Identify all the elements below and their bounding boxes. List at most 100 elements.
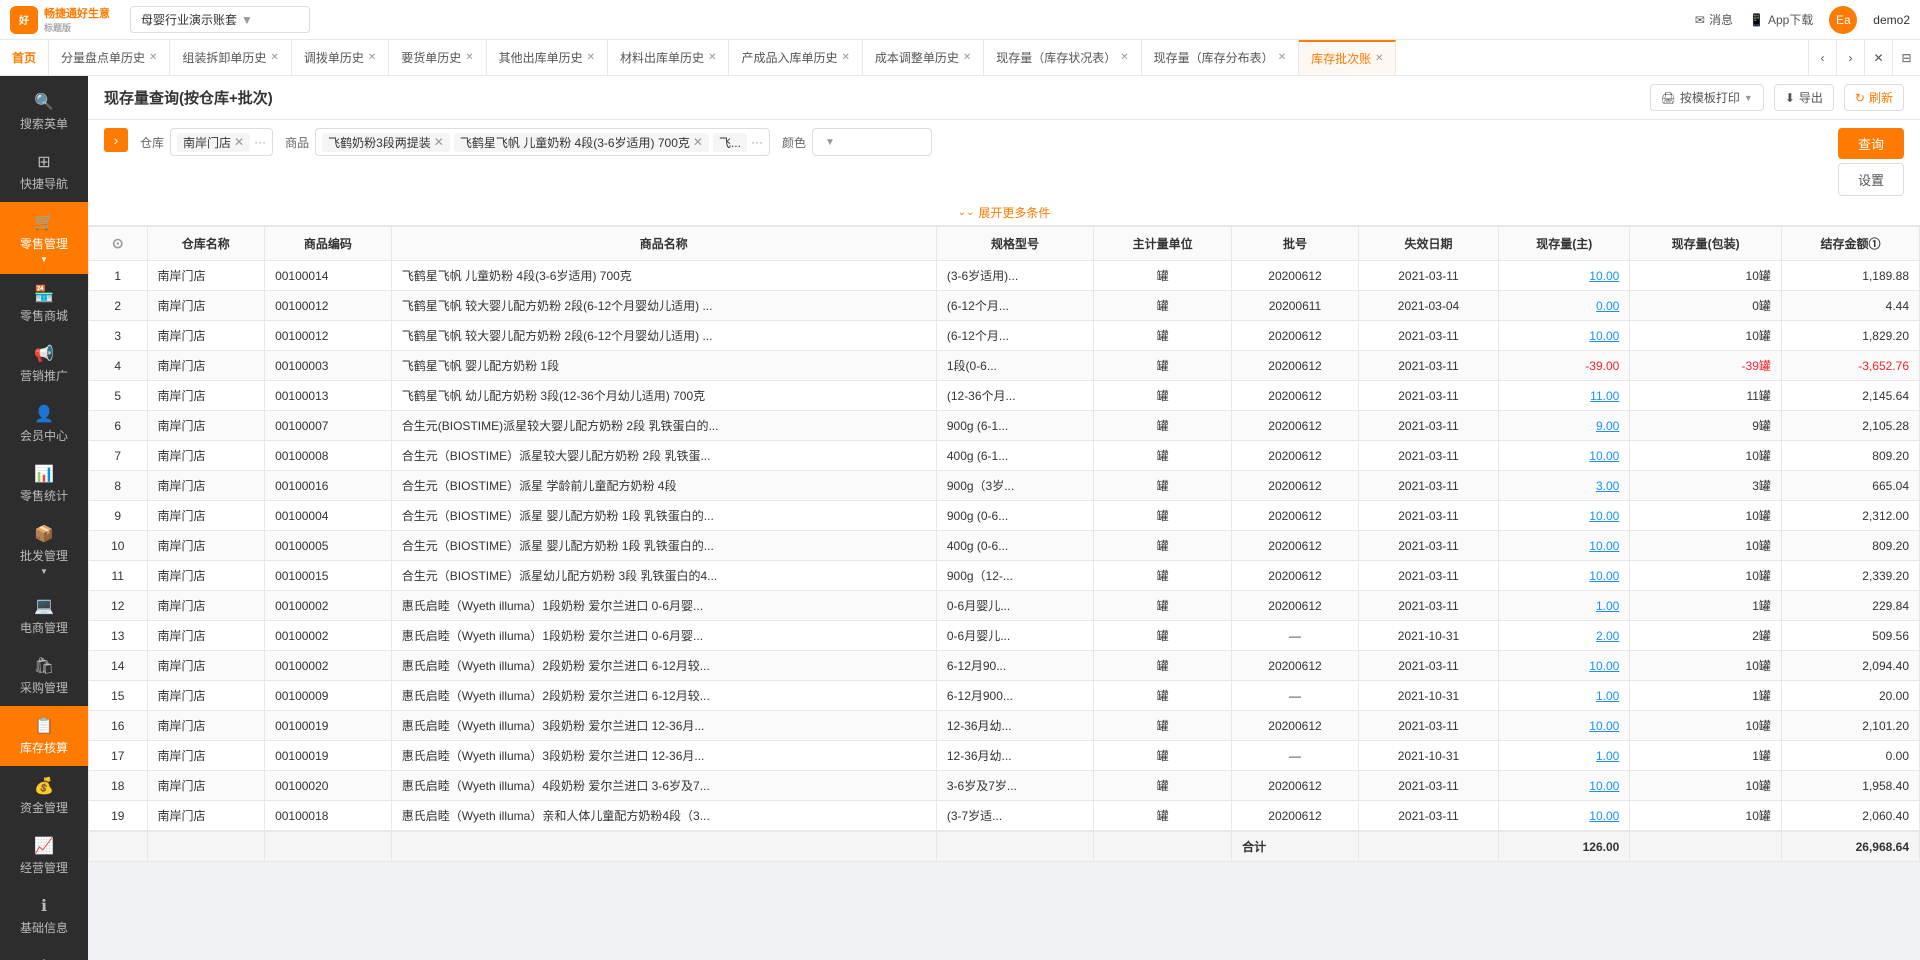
tab-chan-cheng-ru-close[interactable]: ✕ bbox=[841, 52, 849, 63]
tab-ku-cun-pi-close[interactable]: ✕ bbox=[1375, 53, 1383, 64]
cell-qty-main[interactable]: 10.00 bbox=[1499, 561, 1630, 591]
tab-tiao-bo-close[interactable]: ✕ bbox=[368, 52, 376, 63]
tab-yao-huo[interactable]: 要货单历史 ✕ bbox=[389, 40, 486, 75]
query-btn[interactable]: 查询 bbox=[1838, 128, 1904, 159]
app-download-btn[interactable]: 📱 App下载 bbox=[1749, 11, 1813, 28]
message-btn[interactable]: ✉ 消息 bbox=[1695, 11, 1733, 28]
tab-menu-btn[interactable]: ⊟ bbox=[1892, 40, 1920, 76]
sidebar-item-ops[interactable]: 📈 经营管理 bbox=[0, 826, 88, 886]
cell-qty-main[interactable]: 10.00 bbox=[1499, 801, 1630, 832]
sidebar-item-nav[interactable]: ⊞ 快捷导航 bbox=[0, 142, 88, 202]
goods-tag-group[interactable]: 飞鹤奶粉3段两提装 ✕ 飞鹤星飞帆 儿童奶粉 4段(3-6岁适用) 700克 ✕… bbox=[315, 128, 770, 156]
cell-qty-main[interactable]: 2.00 bbox=[1499, 621, 1630, 651]
cell-qty-main[interactable]: 9.00 bbox=[1499, 411, 1630, 441]
col-settings[interactable]: ⊙ bbox=[89, 227, 148, 261]
cell-spec: (6-12个月... bbox=[936, 291, 1093, 321]
cell-qty-main[interactable]: 11.00 bbox=[1499, 381, 1630, 411]
avatar[interactable]: Ea bbox=[1829, 6, 1857, 34]
tab-xian-cun-ku-close[interactable]: ✕ bbox=[1120, 52, 1128, 63]
warehouse-tag-group[interactable]: 南岸门店 ✕ ··· bbox=[170, 128, 273, 156]
cell-qty-main[interactable]: 10.00 bbox=[1499, 501, 1630, 531]
tab-yao-huo-close[interactable]: ✕ bbox=[465, 52, 473, 63]
cell-qty-main[interactable]: 1.00 bbox=[1499, 591, 1630, 621]
tab-ku-cun-pi-label: 库存批次账 bbox=[1311, 50, 1371, 67]
color-filter-input[interactable]: ▼ bbox=[812, 128, 932, 156]
expand-more-btn[interactable]: ⌄⌄ 展开更多条件 bbox=[88, 200, 1920, 225]
cell-batch: 20200612 bbox=[1232, 411, 1359, 441]
cell-code: 00100007 bbox=[265, 411, 392, 441]
tab-xian-cun-fen-close[interactable]: ✕ bbox=[1278, 52, 1286, 63]
cell-qty-main[interactable]: 10.00 bbox=[1499, 651, 1630, 681]
cell-qty-main[interactable]: 0.00 bbox=[1499, 291, 1630, 321]
tab-cheng-ben[interactable]: 成本调整单历史 ✕ bbox=[863, 40, 984, 75]
warehouse-more-icon[interactable]: ··· bbox=[254, 135, 266, 149]
col-code: 商品编码 bbox=[265, 227, 392, 261]
cell-expire: 2021-03-11 bbox=[1358, 441, 1498, 471]
tab-xian-cun-fen[interactable]: 现存量（库存分布表） ✕ bbox=[1142, 40, 1299, 75]
total-empty-7 bbox=[1358, 831, 1498, 862]
tab-prev-btn[interactable]: ‹ bbox=[1808, 40, 1836, 76]
cell-qty-main[interactable]: 10.00 bbox=[1499, 441, 1630, 471]
cell-expire: 2021-03-11 bbox=[1358, 561, 1498, 591]
cell-unit: 罐 bbox=[1094, 291, 1232, 321]
warehouse-tag-remove[interactable]: ✕ bbox=[234, 135, 244, 149]
cell-qty-main[interactable]: 1.00 bbox=[1499, 741, 1630, 771]
cell-qty-main[interactable]: 10.00 bbox=[1499, 321, 1630, 351]
tab-zu-chai[interactable]: 组装拆卸单历史 ✕ bbox=[170, 40, 291, 75]
sidebar-item-ecom[interactable]: 💻 电商管理 bbox=[0, 586, 88, 646]
tab-fen-pan[interactable]: 分量盘点单历史 ✕ bbox=[49, 40, 170, 75]
tab-qi-ta-chu-close[interactable]: ✕ bbox=[587, 52, 595, 63]
tab-close-btn[interactable]: ✕ bbox=[1864, 40, 1892, 76]
tab-ku-cun-pi[interactable]: 库存批次账 ✕ bbox=[1299, 40, 1396, 75]
goods-tag-1-remove[interactable]: ✕ bbox=[434, 135, 444, 149]
tab-qi-ta-chu[interactable]: 其他出库单历史 ✕ bbox=[487, 40, 608, 75]
sidebar-item-retail-stat[interactable]: 📊 零售统计 bbox=[0, 454, 88, 514]
template-print-btn[interactable]: 🖨 按模板打印 ▼ bbox=[1650, 84, 1764, 111]
sidebar-item-search[interactable]: 🔍 搜索英单 bbox=[0, 82, 88, 142]
tab-next-btn[interactable]: › bbox=[1836, 40, 1864, 76]
purchase-icon: 🛍 bbox=[34, 656, 54, 676]
tab-chan-cheng-ru[interactable]: 产成品入库单历史 ✕ bbox=[729, 40, 862, 75]
cell-no: 7 bbox=[89, 441, 148, 471]
tab-cai-liao-chu-close[interactable]: ✕ bbox=[708, 52, 716, 63]
sidebar-item-inventory[interactable]: 📋 库存核算 bbox=[0, 706, 88, 766]
tab-home[interactable]: 首页 bbox=[0, 40, 49, 75]
sidebar-item-finance[interactable]: 💰 资金管理 bbox=[0, 766, 88, 826]
sidebar-item-purchase[interactable]: 🛍 采购管理 bbox=[0, 646, 88, 706]
sidebar-item-system[interactable]: ⚙ 系统管理 bbox=[0, 946, 88, 960]
cell-batch: 20200612 bbox=[1232, 471, 1359, 501]
tab-cheng-ben-close[interactable]: ✕ bbox=[963, 52, 971, 63]
goods-more-icon[interactable]: ··· bbox=[751, 135, 763, 149]
tab-tiao-bo[interactable]: 调拨单历史 ✕ bbox=[292, 40, 389, 75]
cell-qty-main[interactable]: 10.00 bbox=[1499, 771, 1630, 801]
cell-qty-main[interactable]: 10.00 bbox=[1499, 261, 1630, 291]
expand-all-btn[interactable]: › bbox=[104, 128, 128, 152]
cell-qty-main[interactable]: 10.00 bbox=[1499, 711, 1630, 741]
sidebar-item-basic[interactable]: ℹ 基础信息 bbox=[0, 886, 88, 946]
tab-xian-cun-ku[interactable]: 现存量（库存状况表） ✕ bbox=[984, 40, 1141, 75]
sidebar-item-retail-mall[interactable]: 🏪 零售商城 bbox=[0, 274, 88, 334]
settings-btn[interactable]: 设置 bbox=[1838, 163, 1904, 196]
refresh-btn[interactable]: ↻ 刷新 bbox=[1844, 84, 1904, 111]
cell-expire: 2021-03-11 bbox=[1358, 591, 1498, 621]
org-selector[interactable]: 母婴行业演示账套 ▼ bbox=[130, 6, 310, 33]
sidebar-item-marketing[interactable]: 📢 营销推广 bbox=[0, 334, 88, 394]
cell-batch: 20200612 bbox=[1232, 561, 1359, 591]
table-row: 10 南岸门店 00100005 合生元（BIOSTIME）派星 婴儿配方奶粉 … bbox=[89, 531, 1920, 561]
cell-qty-main[interactable]: 3.00 bbox=[1499, 471, 1630, 501]
cell-code: 00100005 bbox=[265, 531, 392, 561]
tab-zu-chai-close[interactable]: ✕ bbox=[270, 52, 278, 63]
tab-fen-pan-close[interactable]: ✕ bbox=[149, 52, 157, 63]
sidebar-item-batch-mgmt[interactable]: 📦 批发管理 ▼ bbox=[0, 514, 88, 586]
sidebar-item-member[interactable]: 👤 会员中心 bbox=[0, 394, 88, 454]
goods-tag-2-remove[interactable]: ✕ bbox=[693, 135, 703, 149]
export-btn[interactable]: ⬇ 导出 bbox=[1774, 84, 1834, 111]
cell-qty-main[interactable]: 10.00 bbox=[1499, 531, 1630, 561]
cell-no: 8 bbox=[89, 471, 148, 501]
cell-no: 2 bbox=[89, 291, 148, 321]
sidebar-item-retail-mgmt[interactable]: 🛒 零售管理 ▼ bbox=[0, 202, 88, 274]
cell-qty-main[interactable]: 1.00 bbox=[1499, 681, 1630, 711]
cell-batch: 20200612 bbox=[1232, 591, 1359, 621]
tab-cai-liao-chu[interactable]: 材料出库单历史 ✕ bbox=[608, 40, 729, 75]
col-settings-icon[interactable]: ⊙ bbox=[112, 235, 124, 251]
